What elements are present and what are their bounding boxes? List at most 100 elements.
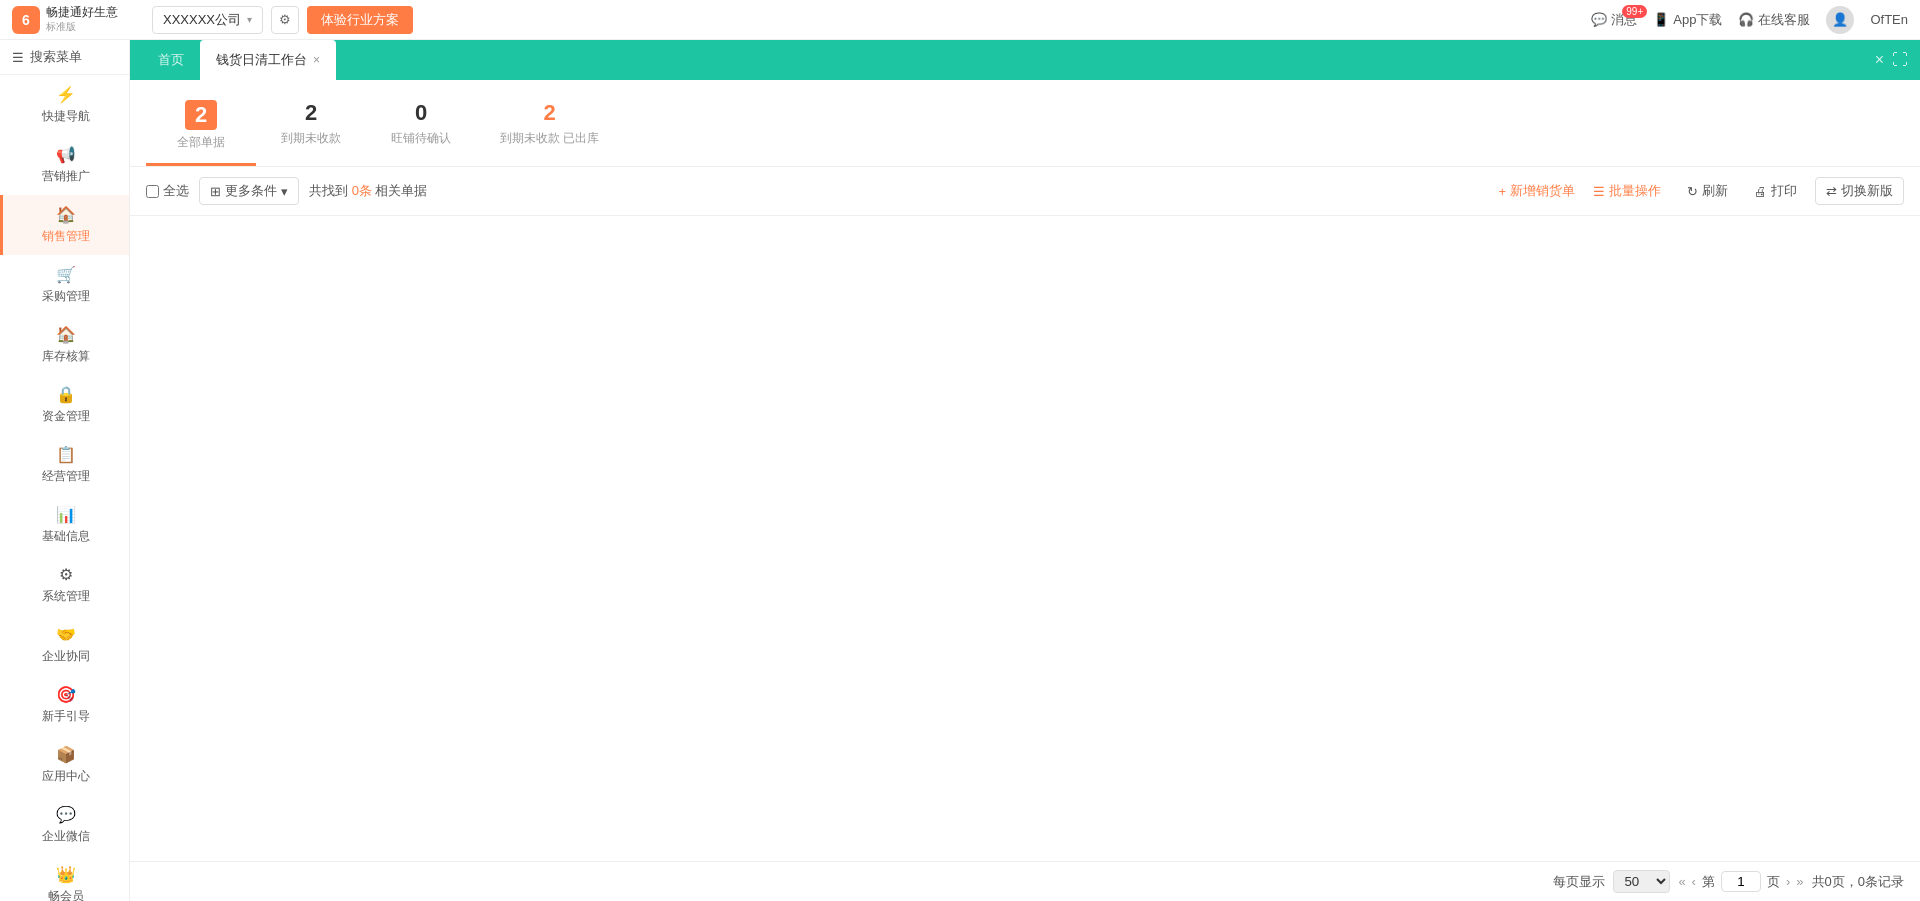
message-icon: 💬 <box>1591 12 1607 27</box>
sales-icon: 🏠 <box>56 205 76 224</box>
switch-version-button[interactable]: ⇄ 切换新版 <box>1815 177 1904 205</box>
sidebar-item-finance[interactable]: 🔒 资金管理 <box>0 375 129 435</box>
online-service-button[interactable]: 🎧 在线客服 <box>1738 11 1810 29</box>
new-order-label: 新增销货单 <box>1510 182 1575 200</box>
refresh-label: 刷新 <box>1702 182 1728 200</box>
print-button[interactable]: 🖨 打印 <box>1746 178 1805 204</box>
page-input[interactable] <box>1721 871 1761 892</box>
sidebar-item-label: 应用中心 <box>42 768 90 785</box>
service-icon: 🎧 <box>1738 12 1754 27</box>
cooperation-icon: 🤝 <box>56 625 76 644</box>
sidebar-item-label: 库存核算 <box>42 348 90 365</box>
found-text: 共找到 0条 相关单据 <box>309 182 427 200</box>
page-navigation: « ‹ 第 页 › » <box>1678 871 1803 892</box>
sidebar-item-system[interactable]: ⚙ 系统管理 <box>0 555 129 615</box>
sidebar-item-marketing[interactable]: 📢 营销推广 <box>0 135 129 195</box>
purchase-icon: 🛒 <box>56 265 76 284</box>
filter-label: 更多条件 <box>225 182 277 200</box>
last-page-button[interactable]: » <box>1796 874 1803 889</box>
filter-button[interactable]: ⊞ 更多条件 ▾ <box>199 177 299 205</box>
sidebar-item-guide[interactable]: 🎯 新手引导 <box>0 675 129 735</box>
avatar[interactable]: 👤 <box>1826 6 1854 34</box>
sidebar-item-basic-info[interactable]: 📊 基础信息 <box>0 495 129 555</box>
tab-close-icon[interactable]: × <box>313 53 320 67</box>
sidebar-item-label: 企业微信 <box>42 828 90 845</box>
sidebar-item-member[interactable]: 👑 畅会员 <box>0 855 129 901</box>
refresh-button[interactable]: ↻ 刷新 <box>1679 178 1736 204</box>
app-download-button[interactable]: 📱 App下载 <box>1653 11 1722 29</box>
tab-workbench-label: 钱货日清工作台 <box>216 51 307 69</box>
tab-navigation: 首页 钱货日清工作台 × × ⛶ <box>130 40 1920 80</box>
switch-icon: ⇄ <box>1826 184 1837 199</box>
sidebar-item-label: 采购管理 <box>42 288 90 305</box>
quick-nav-icon: ⚡ <box>56 85 76 104</box>
sidebar-item-quick-nav[interactable]: ⚡ 快捷导航 <box>0 75 129 135</box>
logo-icon: 6 <box>12 6 40 34</box>
online-service-label: 在线客服 <box>1758 11 1810 29</box>
print-icon: 🖨 <box>1754 184 1767 199</box>
page-total: 共0页，0条记录 <box>1812 873 1904 891</box>
sidebar-item-label: 销售管理 <box>42 228 90 245</box>
top-header: 6 畅捷通好生意 标准版 XXXXXX公司 ▾ ⚙ 体验行业方案 💬 消息 99… <box>0 0 1920 40</box>
sidebar-item-app-center[interactable]: 📦 应用中心 <box>0 735 129 795</box>
toolbar-right: + 新增销货单 ☰ 批量操作 ↻ 刷新 🖨 打印 <box>1498 177 1904 205</box>
stats-tabs: 2 全部单据 2 到期未收款 0 旺铺待确认 2 到期未收款 已出库 <box>130 80 1920 167</box>
per-page-select[interactable]: 50 100 200 <box>1613 870 1670 893</box>
sidebar-item-label: 营销推广 <box>42 168 90 185</box>
sidebar-item-cooperation[interactable]: 🤝 企业协同 <box>0 615 129 675</box>
stat-num-pending-confirm: 0 <box>415 100 427 126</box>
select-all-input[interactable] <box>146 185 159 198</box>
member-icon: 👑 <box>56 865 76 884</box>
logo-area: 6 畅捷通好生意 标准版 <box>12 5 142 35</box>
sidebar-item-wechat[interactable]: 💬 企业微信 <box>0 795 129 855</box>
tab-minimize-icon[interactable]: × <box>1875 51 1884 69</box>
sidebar-item-label: 系统管理 <box>42 588 90 605</box>
batch-operations-button[interactable]: ☰ 批量操作 <box>1585 178 1669 204</box>
plus-icon: + <box>1498 184 1506 199</box>
content-area: 首页 钱货日清工作台 × × ⛶ 2 全部单据 2 到期未收款 0 <box>130 40 1920 901</box>
next-page-button[interactable]: › <box>1786 874 1790 889</box>
message-badge: 99+ <box>1622 5 1647 18</box>
batch-icon: ☰ <box>1593 184 1605 199</box>
logo-line1: 畅捷通好生意 <box>46 5 118 21</box>
settings-button[interactable]: ⚙ <box>271 6 299 34</box>
select-all-checkbox[interactable]: 全选 <box>146 182 189 200</box>
first-page-button[interactable]: « <box>1678 874 1685 889</box>
experience-button[interactable]: 体验行业方案 <box>307 6 413 34</box>
search-menu-button[interactable]: ☰ 搜索菜单 <box>0 40 129 75</box>
chevron-down-icon: ▾ <box>247 14 252 25</box>
new-order-button[interactable]: + 新增销货单 <box>1498 182 1575 200</box>
stat-tab-all[interactable]: 2 全部单据 <box>146 92 256 166</box>
header-right: 💬 消息 99+ 📱 App下载 🎧 在线客服 👤 OfTEn <box>1591 6 1908 34</box>
sidebar-item-purchase[interactable]: 🛒 采购管理 <box>0 255 129 315</box>
company-selector[interactable]: XXXXXX公司 ▾ <box>152 6 263 34</box>
tab-actions: × ⛶ <box>1875 51 1908 69</box>
select-all-label: 全选 <box>163 182 189 200</box>
print-label: 打印 <box>1771 182 1797 200</box>
sidebar-item-label: 畅会员 <box>48 888 84 901</box>
stat-tab-overdue-unshipped[interactable]: 2 到期未收款 已出库 <box>476 92 623 166</box>
tab-maximize-icon[interactable]: ⛶ <box>1892 51 1908 69</box>
batch-label: 批量操作 <box>1609 182 1661 200</box>
tab-workbench[interactable]: 钱货日清工作台 × <box>200 40 336 80</box>
messages-button[interactable]: 💬 消息 99+ <box>1591 11 1637 29</box>
wechat-icon: 💬 <box>56 805 76 824</box>
refresh-icon: ↻ <box>1687 184 1698 199</box>
stat-tab-overdue-unpaid[interactable]: 2 到期未收款 <box>256 92 366 166</box>
sidebar-item-label: 新手引导 <box>42 708 90 725</box>
switch-label: 切换新版 <box>1841 182 1893 200</box>
sidebar-item-inventory[interactable]: 🏠 库存核算 <box>0 315 129 375</box>
sidebar-item-sales[interactable]: 🏠 销售管理 <box>0 195 129 255</box>
stat-tab-pending-confirm[interactable]: 0 旺铺待确认 <box>366 92 476 166</box>
marketing-icon: 📢 <box>56 145 76 164</box>
sidebar: ☰ 搜索菜单 ⚡ 快捷导航 📢 营销推广 🏠 销售管理 🛒 采购管理 🏠 库存核… <box>0 40 130 901</box>
tab-home[interactable]: 首页 <box>142 40 200 80</box>
search-icon: ☰ <box>12 50 24 65</box>
stat-label-pending-confirm: 旺铺待确认 <box>391 130 451 147</box>
avatar-icon: 👤 <box>1832 12 1848 27</box>
prev-page-button[interactable]: ‹ <box>1692 874 1696 889</box>
sidebar-item-operations[interactable]: 📋 经营管理 <box>0 435 129 495</box>
table-area <box>130 216 1920 861</box>
logo-line2: 标准版 <box>46 20 118 34</box>
finance-icon: 🔒 <box>56 385 76 404</box>
